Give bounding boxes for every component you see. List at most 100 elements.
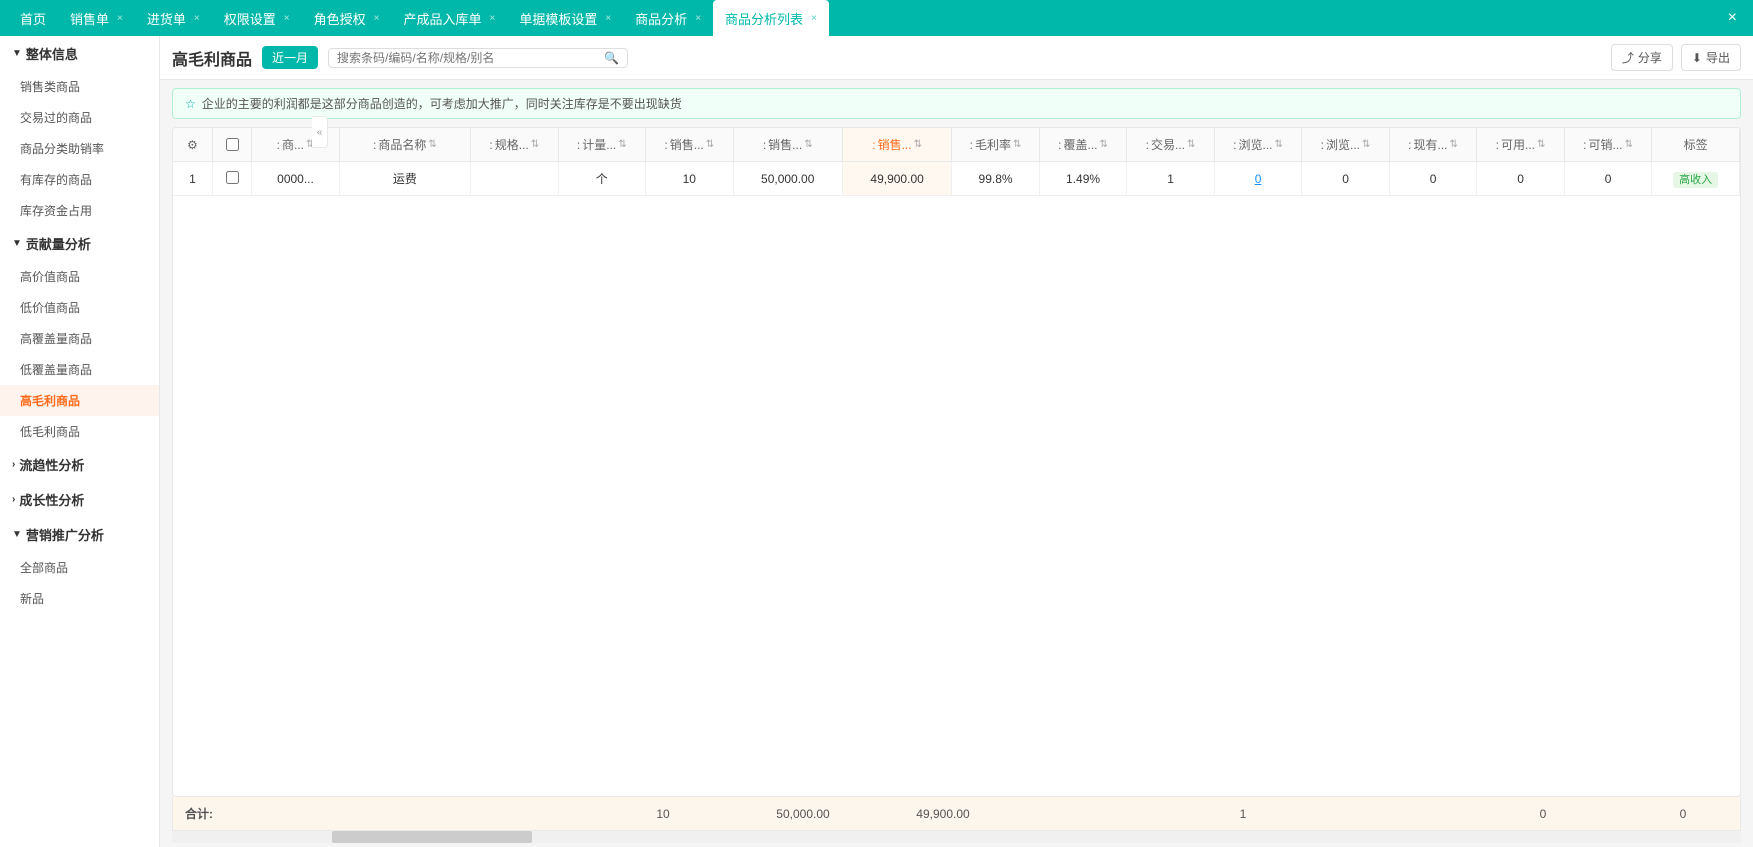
nav-home[interactable]: 首页 — [8, 0, 58, 36]
col-sales-qty[interactable]: : 销售... ⇅ — [646, 128, 734, 162]
sort-icon-sales-profit[interactable]: ⇅ — [914, 139, 922, 150]
close-purchase-order[interactable]: × — [194, 13, 200, 24]
top-nav: 首页 销售单 × 进货单 × 权限设置 × 角色授权 × 产成品入库单 × 单据… — [0, 0, 1753, 36]
close-sales-order[interactable]: × — [117, 13, 123, 24]
close-template-settings[interactable]: × — [605, 13, 611, 24]
sidebar-item-low-value[interactable]: 低价值商品 — [0, 292, 159, 323]
nav-template-settings[interactable]: 单据模板设置 × — [507, 0, 623, 36]
sort-icon-coverage[interactable]: ⇅ — [1100, 139, 1108, 150]
footer-available: 0 — [1643, 807, 1723, 821]
cell-code: 0000... — [252, 162, 340, 196]
sort-icon-spec[interactable]: ⇅ — [531, 139, 539, 150]
sort-icon-sellable[interactable]: ⇅ — [1625, 139, 1633, 150]
col-settings[interactable]: ⚙ — [173, 128, 212, 162]
sort-icon-browse1[interactable]: ⇅ — [1275, 139, 1283, 150]
cell-spec — [471, 162, 559, 196]
sidebar-group-trend[interactable]: › 流趋性分析 — [0, 447, 159, 482]
footer-sales-qty: 10 — [623, 807, 703, 821]
sort-icon-browse2[interactable]: ⇅ — [1362, 139, 1370, 150]
export-icon: ⬇ — [1692, 51, 1702, 65]
search-input[interactable] — [337, 51, 600, 65]
col-coverage[interactable]: : 覆盖... ⇅ — [1039, 128, 1127, 162]
nav-product-analysis-list[interactable]: 商品分析列表 × — [713, 0, 829, 36]
collapse-arrow-contribution: ▼ — [12, 238, 22, 249]
close-role-auth[interactable]: × — [374, 13, 380, 24]
nav-permission-settings[interactable]: 权限设置 × — [212, 0, 302, 36]
scroll-thumb[interactable] — [332, 831, 532, 843]
search-icon[interactable]: 🔍 — [604, 51, 619, 65]
col-unit[interactable]: : 计量... ⇅ — [558, 128, 646, 162]
sidebar-item-high-value[interactable]: 高价值商品 — [0, 261, 159, 292]
sidebar-item-new-products[interactable]: 新品 — [0, 583, 159, 614]
nav-product-inbound[interactable]: 产成品入库单 × — [391, 0, 507, 36]
info-icon: ☆ — [185, 97, 196, 111]
col-sellable[interactable]: : 可销... ⇅ — [1564, 128, 1652, 162]
select-all-checkbox[interactable] — [226, 138, 239, 151]
row-checkbox[interactable] — [226, 171, 239, 184]
sidebar-item-stock-capital[interactable]: 库存资金占用 — [0, 195, 159, 226]
sort-icon-unit[interactable]: ⇅ — [618, 139, 626, 150]
close-all-tabs[interactable]: × — [1720, 9, 1745, 27]
col-spec[interactable]: : 规格... ⇅ — [471, 128, 559, 162]
sidebar-item-all-goods[interactable]: 全部商品 — [0, 552, 159, 583]
cell-current-stock: 0 — [1389, 162, 1477, 196]
main-layout: ▼ 整体信息 销售类商品 交易过的商品 商品分类助销率 有库存的商品 库存资金占… — [0, 36, 1753, 847]
sort-icon-current-stock[interactable]: ⇅ — [1450, 139, 1458, 150]
sort-icon-name[interactable]: ⇅ — [428, 139, 436, 150]
col-gross-margin[interactable]: : 毛利率 ⇅ — [952, 128, 1040, 162]
sidebar-group-contribution[interactable]: ▼ 贡献量分析 — [0, 226, 159, 261]
close-permission-settings[interactable]: × — [284, 13, 290, 24]
cell-name: 运费 — [339, 162, 470, 196]
collapse-arrow-marketing: ▼ — [12, 529, 22, 540]
sidebar-item-in-stock-goods[interactable]: 有库存的商品 — [0, 164, 159, 195]
col-browse1[interactable]: : 浏览... ⇅ — [1214, 128, 1302, 162]
sort-icon-sales-qty[interactable]: ⇅ — [706, 139, 714, 150]
sidebar-collapse-btn[interactable]: « — [312, 116, 328, 148]
sidebar-item-sales-goods[interactable]: 销售类商品 — [0, 71, 159, 102]
cell-checkbox[interactable] — [212, 162, 251, 196]
export-btn[interactable]: ⬇ 导出 — [1681, 44, 1741, 71]
cell-browse2: 0 — [1302, 162, 1390, 196]
data-table: ⚙ : 商... ⇅ — [173, 128, 1740, 196]
settings-icon[interactable]: ⚙ — [187, 138, 198, 152]
cell-browse1[interactable]: 0 — [1214, 162, 1302, 196]
nav-purchase-order[interactable]: 进货单 × — [135, 0, 212, 36]
col-tag[interactable]: 标签 — [1652, 128, 1740, 162]
share-icon: ⤴ — [1622, 49, 1634, 66]
sidebar-item-category-sales-rate[interactable]: 商品分类助销率 — [0, 133, 159, 164]
col-available[interactable]: : 可用... ⇅ — [1477, 128, 1565, 162]
sidebar-group-growth[interactable]: › 成长性分析 — [0, 482, 159, 517]
nav-sales-order[interactable]: 销售单 × — [58, 0, 135, 36]
sort-icon-gross-margin[interactable]: ⇅ — [1013, 139, 1021, 150]
col-checkbox[interactable] — [212, 128, 251, 162]
footer-values: 10 50,000.00 49,900.00 1 0 0 — [233, 807, 1728, 821]
sidebar-item-low-coverage[interactable]: 低覆盖量商品 — [0, 354, 159, 385]
col-trade[interactable]: : 交易... ⇅ — [1127, 128, 1215, 162]
nav-product-analysis[interactable]: 商品分析 × — [623, 0, 713, 36]
sidebar-item-traded-goods[interactable]: 交易过的商品 — [0, 102, 159, 133]
close-product-inbound[interactable]: × — [489, 13, 495, 24]
col-name[interactable]: : 商品名称 ⇅ — [339, 128, 470, 162]
nav-role-auth[interactable]: 角色授权 × — [302, 0, 392, 36]
close-product-analysis[interactable]: × — [695, 13, 701, 24]
col-sales-amount[interactable]: : 销售... ⇅ — [733, 128, 842, 162]
sort-icon-trade[interactable]: ⇅ — [1187, 139, 1195, 150]
sidebar-item-high-coverage[interactable]: 高覆盖量商品 — [0, 323, 159, 354]
col-browse2[interactable]: : 浏览... ⇅ — [1302, 128, 1390, 162]
sidebar-item-high-margin[interactable]: 高毛利商品 — [0, 385, 159, 416]
sidebar-group-overall[interactable]: ▼ 整体信息 — [0, 36, 159, 71]
collapse-arrow-trend: › — [12, 459, 15, 470]
filter-recent-month-btn[interactable]: 近一月 — [262, 46, 318, 69]
close-product-analysis-list[interactable]: × — [811, 13, 817, 24]
search-box: 🔍 — [328, 48, 628, 68]
sidebar-item-low-margin[interactable]: 低毛利商品 — [0, 416, 159, 447]
col-sales-profit[interactable]: : 销售... ⇅ — [842, 128, 951, 162]
info-banner: ☆ 企业的主要的利润都是这部分商品创造的，可考虑加大推广，同时关注库存是不要出现… — [172, 88, 1741, 119]
col-current-stock[interactable]: : 现有... ⇅ — [1389, 128, 1477, 162]
sidebar-group-marketing[interactable]: ▼ 营销推广分析 — [0, 517, 159, 552]
share-btn[interactable]: ⤴ 分享 — [1611, 44, 1673, 71]
sort-icon-sales-amount[interactable]: ⇅ — [804, 139, 812, 150]
sort-icon-available[interactable]: ⇅ — [1537, 139, 1545, 150]
horizontal-scrollbar[interactable] — [172, 831, 1741, 843]
table-row: 1 0000... 运费 个 — [173, 162, 1740, 196]
